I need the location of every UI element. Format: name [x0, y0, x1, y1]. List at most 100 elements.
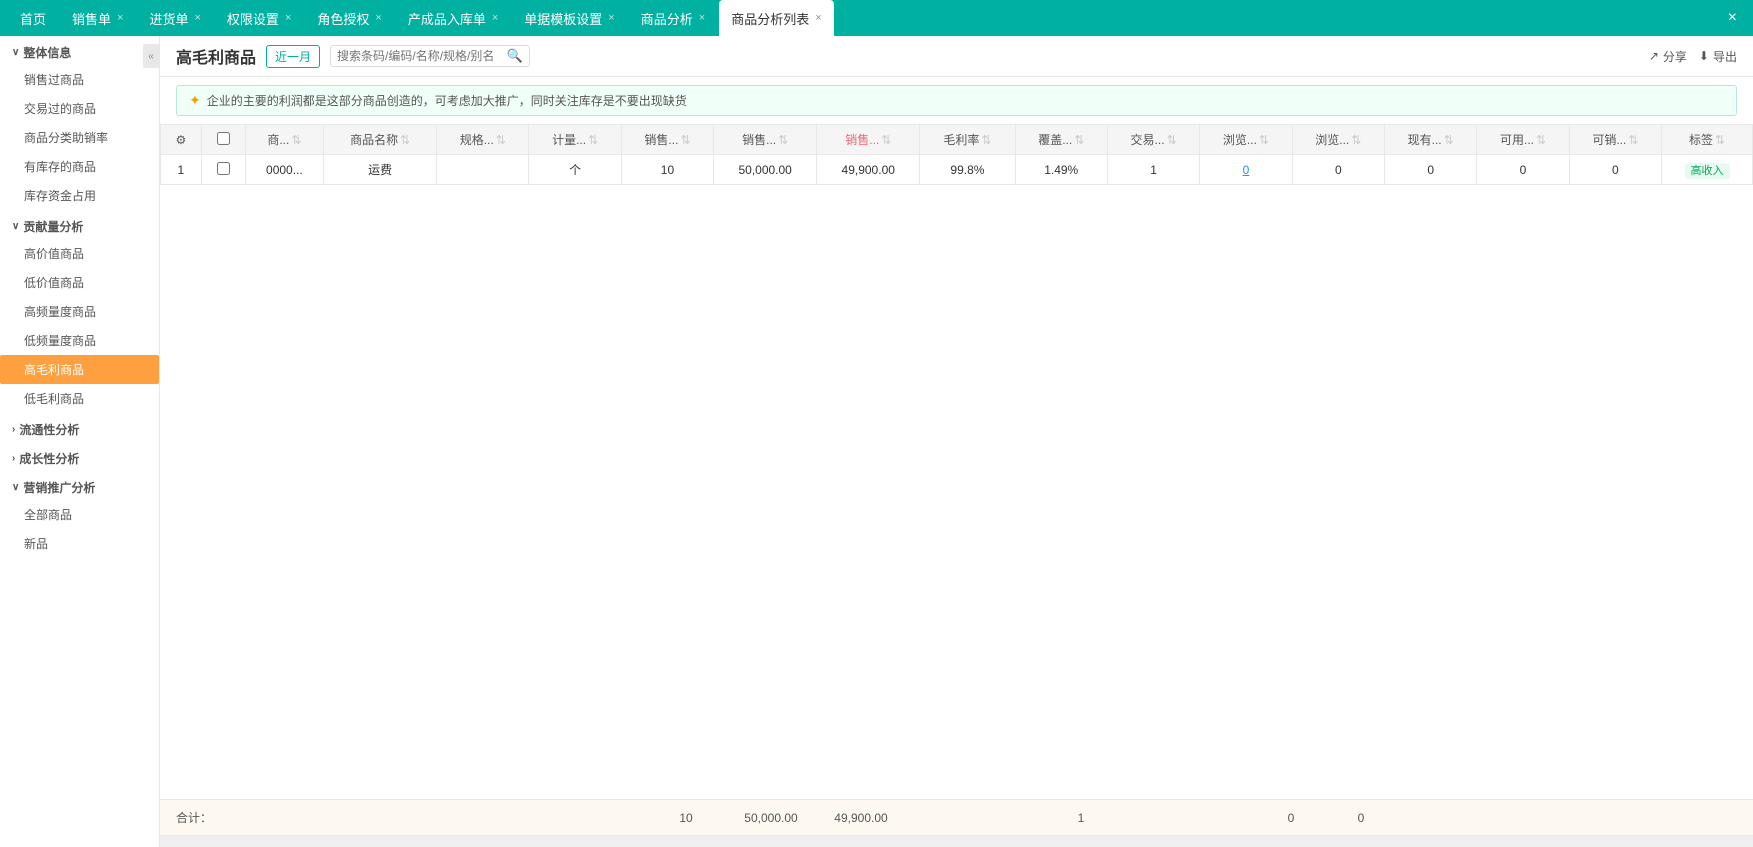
- close-role-permission[interactable]: ×: [375, 12, 381, 24]
- cell-checkbox[interactable]: [201, 155, 245, 185]
- col-browse1: 浏览...⇅: [1200, 125, 1292, 155]
- nav-sales-order[interactable]: 销售单 ×: [60, 0, 135, 36]
- footer-spacer-6: [586, 811, 646, 825]
- footer-current-stock: 0: [1256, 811, 1326, 825]
- footer-gross-margin: [906, 811, 976, 825]
- sidebar-item-traded-products[interactable]: 交易过的商品: [0, 94, 159, 123]
- search-icon[interactable]: 🔍: [507, 48, 523, 64]
- col-sales-qty: 销售...⇅: [621, 125, 713, 155]
- nav-product-analysis[interactable]: 商品分析 ×: [629, 0, 717, 36]
- cell-sales-amount: 50,000.00: [714, 155, 817, 185]
- sidebar: « ∨ 整体信息 销售过商品 交易过的商品 商品分类助销率 有库存的商品 库存资…: [0, 36, 160, 847]
- footer-cells: 10 50,000.00 49,900.00 1 0 0: [236, 811, 1737, 825]
- row-checkbox[interactable]: [217, 162, 230, 175]
- table-header-row: ⚙ 商...⇅ 商品名称⇅ 规格...⇅ 计量...⇅ 销售...⇅ 销售...…: [161, 125, 1753, 155]
- col-coverage: 覆盖...⇅: [1015, 125, 1107, 155]
- export-icon: ⬇: [1699, 49, 1709, 63]
- close-product-inventory[interactable]: ×: [492, 12, 498, 24]
- growth-analysis-arrow: ›: [12, 453, 15, 464]
- footer-sellable-stock: [1396, 811, 1466, 825]
- total-label: 合计：: [176, 809, 236, 826]
- sidebar-group-marketing-analysis[interactable]: ∨ 营销推广分析: [0, 471, 159, 500]
- sidebar-item-product-analysis-rate[interactable]: 商品分类助销率: [0, 123, 159, 152]
- share-icon: ↗: [1649, 49, 1659, 63]
- cell-gross-margin: 99.8%: [920, 155, 1015, 185]
- sidebar-group-growth-analysis[interactable]: › 成长性分析: [0, 442, 159, 471]
- cell-available-stock: 0: [1477, 155, 1569, 185]
- sidebar-group-bcg-analysis[interactable]: ∨ 贡献量分析: [0, 210, 159, 239]
- sidebar-group-flow-analysis[interactable]: › 流通性分析: [0, 413, 159, 442]
- info-icon: ✦: [189, 92, 201, 109]
- close-purchase-order[interactable]: ×: [194, 12, 200, 24]
- page-title: 高毛利商品: [176, 44, 256, 68]
- sidebar-collapse-btn[interactable]: «: [143, 44, 159, 68]
- nav-product-analysis-list[interactable]: 商品分析列表 ×: [719, 0, 833, 36]
- col-settings[interactable]: ⚙: [161, 125, 202, 155]
- close-all-tabs[interactable]: ×: [1720, 9, 1745, 27]
- sidebar-item-low-freq[interactable]: 低频量度商品: [0, 326, 159, 355]
- nav-order-template[interactable]: 单据模板设置 ×: [512, 0, 626, 36]
- bottom-scrollbar[interactable]: [160, 835, 1753, 847]
- cell-sales-cost: 49,900.00: [817, 155, 920, 185]
- cell-browse1[interactable]: 0: [1200, 155, 1292, 185]
- sidebar-item-low-value[interactable]: 低价值商品: [0, 268, 159, 297]
- search-input[interactable]: [337, 49, 507, 63]
- tag-badge: 高收入: [1685, 163, 1730, 179]
- sidebar-item-new-products[interactable]: 新品: [0, 529, 159, 558]
- close-order-template[interactable]: ×: [608, 12, 614, 24]
- sidebar-item-inventory-capital[interactable]: 库存资金占用: [0, 181, 159, 210]
- col-browse2: 浏览...⇅: [1292, 125, 1384, 155]
- marketing-analysis-arrow: ∨: [12, 482, 19, 493]
- close-product-analysis-list[interactable]: ×: [815, 12, 821, 24]
- footer-spacer-3: [306, 811, 386, 825]
- footer-total: 合计： 10 50,000.00 49,900.00 1 0 0: [160, 799, 1753, 835]
- content-area: 高毛利商品 近一月 🔍 ↗ 分享 ⬇ 导出 ✦ 企业的主要的利润都是这部分商品创…: [160, 36, 1753, 847]
- col-tag: 标签⇅: [1662, 125, 1753, 155]
- sidebar-group-overall-info[interactable]: ∨ 整体信息: [0, 36, 159, 65]
- nav-product-inventory[interactable]: 产成品入库单 ×: [396, 0, 510, 36]
- sidebar-item-sales-products[interactable]: 销售过商品: [0, 65, 159, 94]
- footer-sales-qty: 10: [646, 811, 726, 825]
- time-filter-button[interactable]: 近一月: [266, 45, 320, 68]
- cell-tag: 高收入: [1662, 155, 1753, 185]
- sidebar-item-high-freq[interactable]: 高频量度商品: [0, 297, 159, 326]
- sidebar-item-high-value[interactable]: 高价值商品: [0, 239, 159, 268]
- footer-sales-cost: 49,900.00: [816, 811, 906, 825]
- export-button[interactable]: ⬇ 导出: [1699, 48, 1737, 65]
- footer-spacer-1: [236, 811, 276, 825]
- bcg-analysis-arrow: ∨: [12, 221, 19, 232]
- footer-spacer-2: [276, 811, 306, 825]
- nav-home[interactable]: 首页: [8, 0, 58, 36]
- select-all-checkbox[interactable]: [217, 132, 230, 145]
- close-product-analysis[interactable]: ×: [699, 12, 705, 24]
- col-product-name: 商品名称⇅: [324, 125, 437, 155]
- content-header: 高毛利商品 近一月 🔍 ↗ 分享 ⬇ 导出: [160, 36, 1753, 77]
- table-container: ⚙ 商...⇅ 商品名称⇅ 规格...⇅ 计量...⇅ 销售...⇅ 销售...…: [160, 124, 1753, 799]
- close-sales-order[interactable]: ×: [117, 12, 123, 24]
- col-checkbox[interactable]: [201, 125, 245, 155]
- footer-spacer-4: [386, 811, 506, 825]
- sidebar-item-all-products[interactable]: 全部商品: [0, 500, 159, 529]
- cell-unit: 个: [529, 155, 621, 185]
- sidebar-item-inventory-products[interactable]: 有库存的商品: [0, 152, 159, 181]
- footer-coverage: [976, 811, 1046, 825]
- sidebar-item-high-margin[interactable]: 高毛利商品: [0, 355, 159, 384]
- close-permission-settings[interactable]: ×: [285, 12, 291, 24]
- nav-role-permission[interactable]: 角色授权 ×: [305, 0, 393, 36]
- table-row: 1 0000... 运费 个 10 50,000.00 49,900.00 99…: [161, 155, 1753, 185]
- cell-row-num: 1: [161, 155, 202, 185]
- cell-spec: [437, 155, 529, 185]
- col-product-code: 商...⇅: [245, 125, 324, 155]
- footer-browse2: [1186, 811, 1256, 825]
- cell-product-code: 0000...: [245, 155, 324, 185]
- share-button[interactable]: ↗ 分享: [1649, 48, 1687, 65]
- footer-sales-amount: 50,000.00: [726, 811, 816, 825]
- cell-current-stock: 0: [1384, 155, 1476, 185]
- top-nav: 首页 销售单 × 进货单 × 权限设置 × 角色授权 × 产成品入库单 × 单据…: [0, 0, 1753, 36]
- col-sales-cost: 销售...⇅: [817, 125, 920, 155]
- sidebar-item-low-margin[interactable]: 低毛利商品: [0, 384, 159, 413]
- main-layout: « ∨ 整体信息 销售过商品 交易过的商品 商品分类助销率 有库存的商品 库存资…: [0, 36, 1753, 847]
- nav-purchase-order[interactable]: 进货单 ×: [137, 0, 212, 36]
- nav-permission-settings[interactable]: 权限设置 ×: [215, 0, 303, 36]
- cell-product-name: 运费: [324, 155, 437, 185]
